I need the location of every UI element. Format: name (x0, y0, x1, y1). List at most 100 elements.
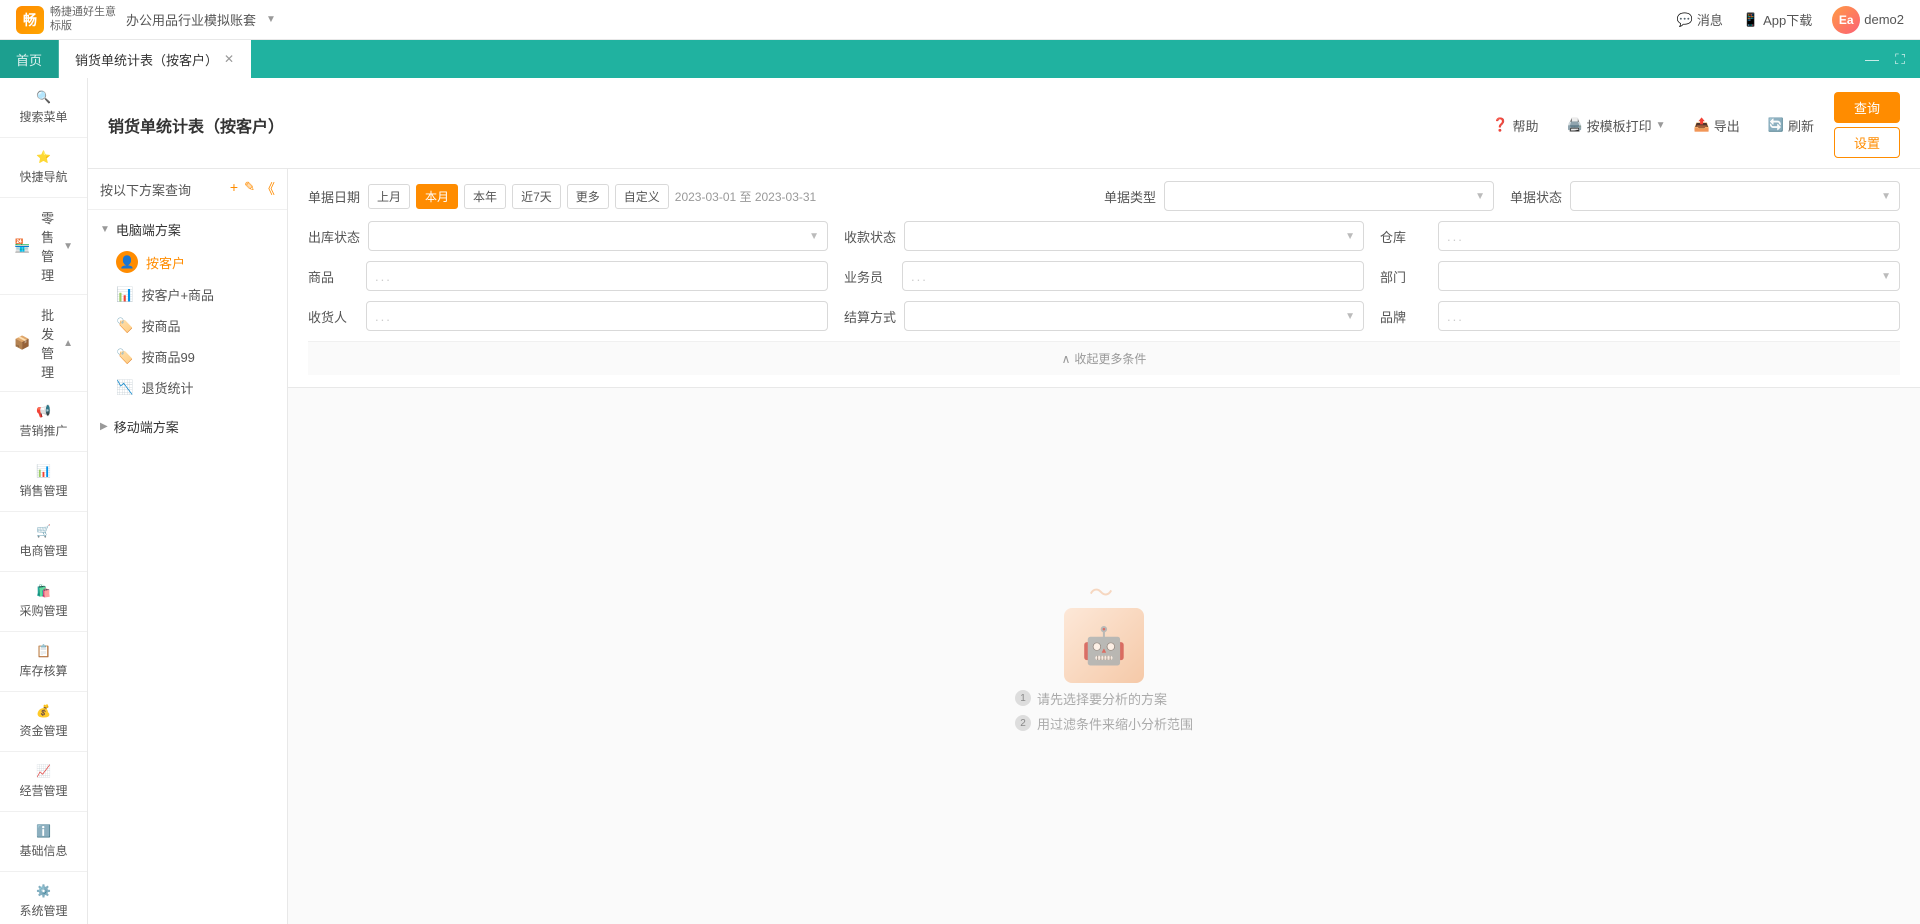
sidebar-item-basic[interactable]: ℹ️ 基础信息 (0, 812, 87, 872)
date-this-year[interactable]: 本年 (464, 184, 506, 209)
system-icon: ⚙️ (36, 884, 51, 898)
wholesale-icon: 📦 (14, 335, 30, 351)
collapse-button[interactable]: ∧ 收起更多条件 (1062, 350, 1147, 367)
sidebar-item-wholesale[interactable]: 📦 批发管理 ▲ (0, 295, 87, 392)
collapse-up-icon: ∧ (1062, 352, 1071, 366)
query-button[interactable]: 查询 (1834, 92, 1900, 123)
print-icon: 🖨️ (1566, 117, 1582, 133)
sidebar-item-purchase[interactable]: 🛍️ 采购管理 (0, 572, 87, 632)
scheme-item-by-goods[interactable]: 🏷️ 按商品 (88, 310, 287, 341)
help-button[interactable]: ❓ 帮助 (1484, 112, 1546, 139)
template-print-button[interactable]: 🖨️ 按模板打印 ▼ (1558, 112, 1673, 139)
scheme-group-mobile-header[interactable]: ▶ 移动端方案 (88, 411, 287, 442)
date-last-7days[interactable]: 近7天 (512, 184, 561, 209)
sidebar-item-search[interactable]: 🔍 搜索菜单 (0, 78, 87, 138)
settings-button[interactable]: 设置 (1834, 127, 1900, 158)
salesperson-input[interactable]: ... (902, 261, 1364, 291)
doc-status-input[interactable]: ▼ (1570, 181, 1900, 211)
page-header: 销货单统计表（按客户） ❓ 帮助 🖨️ 按模板打印 ▼ 📤 导出 🔄 刷新 (88, 78, 1920, 169)
collapse-row[interactable]: ∧ 收起更多条件 (308, 341, 1900, 375)
app-title: 办公用品行业模拟账套 (126, 10, 256, 29)
tab-minimize-button[interactable]: — (1860, 47, 1884, 71)
tab-bar-actions: — ⛶ (1852, 47, 1920, 71)
date-more[interactable]: 更多 (567, 184, 609, 209)
header-right: 💬 消息 📱 App下载 Ea demo2 (1677, 6, 1904, 34)
filter-consignee-item: 收货人 ... (308, 301, 828, 331)
filter-area: 单据日期 上月 本月 本年 近7天 更多 自定义 2023-03-01 至 20… (288, 169, 1920, 388)
scheme-item-by-customer-goods[interactable]: 📊 按客户+商品 (88, 279, 287, 310)
tab-home[interactable]: 首页 (0, 40, 59, 78)
sidebar-item-ecommerce[interactable]: 🛒 电商管理 (0, 512, 87, 572)
print-dropdown-icon: ▼ (1656, 120, 1666, 131)
filter-row-1: 单据日期 上月 本月 本年 近7天 更多 自定义 2023-03-01 至 20… (308, 181, 1900, 211)
brand-input[interactable]: ... (1438, 301, 1900, 331)
sidebar-item-sales[interactable]: 📊 销售管理 (0, 452, 87, 512)
collection-input[interactable]: ▼ (904, 221, 1364, 251)
filter-row-3: 商品 ... 业务员 ... 部门 (308, 261, 1900, 291)
search-icon: 🔍 (36, 90, 51, 104)
customer-icon: 👤 (120, 255, 135, 269)
sidebar-item-quicknav[interactable]: ⭐ 快捷导航 (0, 138, 87, 198)
warehouse-label: 仓库 (1380, 227, 1430, 246)
scheme-panel-header: 按以下方案查询 + ✎ 《 (88, 169, 287, 210)
inventory-icon: 📋 (36, 644, 51, 658)
filter-department-item: 部门 ▼ (1380, 261, 1900, 291)
date-custom[interactable]: 自定义 (615, 184, 669, 209)
sidebar-item-operation[interactable]: 📈 经营管理 (0, 752, 87, 812)
consignee-input[interactable]: ... (366, 301, 828, 331)
empty-box: 🤖 (1064, 608, 1144, 683)
scheme-item-return-stats[interactable]: 📉 退货统计 (88, 372, 287, 403)
sidebar-item-retail[interactable]: 🏪 零售管理 ▼ (0, 198, 87, 295)
page-actions: ❓ 帮助 🖨️ 按模板打印 ▼ 📤 导出 🔄 刷新 查询 (1484, 92, 1900, 158)
tab-close-button[interactable]: ✕ (224, 52, 234, 66)
sidebar-item-finance[interactable]: 💰 资金管理 (0, 692, 87, 752)
sidebar-item-inventory[interactable]: 📋 库存核算 (0, 632, 87, 692)
department-input[interactable]: ▼ (1438, 261, 1900, 291)
scheme-add-button[interactable]: + (230, 179, 238, 199)
scheme-group-desktop-header[interactable]: ▼ 电脑端方案 (88, 214, 287, 245)
refresh-button[interactable]: 🔄 刷新 (1760, 112, 1822, 139)
sidebar-item-marketing[interactable]: 📢 营销推广 (0, 392, 87, 452)
doc-type-input[interactable]: ▼ (1164, 181, 1494, 211)
app-download-button[interactable]: 📱 App下载 (1743, 10, 1812, 29)
message-icon: 💬 (1677, 12, 1693, 28)
warehouse-input[interactable]: ... (1438, 221, 1900, 251)
user-avatar-area[interactable]: Ea demo2 (1832, 6, 1904, 34)
tab-sales-stats[interactable]: 销货单统计表（按客户） ✕ (59, 40, 251, 78)
scheme-collapse-button[interactable]: 《 (261, 179, 275, 199)
page-title: 销货单统计表（按客户） (108, 113, 284, 137)
retail-icon: 🏪 (14, 238, 30, 254)
filter-outbound-item: 出库状态 ▼ (308, 221, 828, 251)
header-dropdown-icon[interactable]: ▼ (266, 14, 276, 25)
tab-maximize-button[interactable]: ⛶ (1888, 47, 1912, 71)
operation-icon: 📈 (36, 764, 51, 778)
date-this-month[interactable]: 本月 (416, 184, 458, 209)
settlement-input[interactable]: ▼ (904, 301, 1364, 331)
export-button[interactable]: 📤 导出 (1686, 112, 1748, 139)
empty-hint-1: 1 请先选择要分析的方案 (1015, 689, 1193, 708)
main-layout: 🔍 搜索菜单 ⭐ 快捷导航 🏪 零售管理 ▼ 📦 批发管理 ▲ 📢 营销推广 (0, 78, 1920, 924)
scheme-item-by-customer[interactable]: 👤 按客户 (88, 245, 287, 279)
customer-goods-icon: 📊 (116, 286, 133, 303)
date-last-month[interactable]: 上月 (368, 184, 410, 209)
robot-face-icon: 🤖 (1082, 625, 1127, 667)
sidebar-item-system[interactable]: ⚙️ 系统管理 (0, 872, 87, 924)
scheme-edit-button[interactable]: ✎ (244, 179, 255, 199)
tab-bar: 首页 销货单统计表（按客户） ✕ — ⛶ (0, 40, 1920, 78)
finance-icon: 💰 (36, 704, 51, 718)
doc-type-label: 单据类型 (1104, 187, 1156, 206)
logo-area: 畅 畅捷通好生意 标版 (16, 6, 116, 34)
header-left: 畅 畅捷通好生意 标版 办公用品行业模拟账套 ▼ (16, 6, 276, 34)
empty-state: 〜 🤖 1 请先选择要分析的方案 (1015, 573, 1193, 739)
refresh-icon: 🔄 (1768, 117, 1784, 133)
empty-smoke: 〜 (1089, 573, 1113, 608)
doc-status-chevron: ▼ (1881, 191, 1891, 202)
filter-settlement-item: 结算方式 ▼ (844, 301, 1364, 331)
department-chevron: ▼ (1881, 271, 1891, 282)
filter-doc-status-item: 单据状态 ▼ (1510, 181, 1900, 211)
message-button[interactable]: 💬 消息 (1677, 10, 1723, 29)
goods-input[interactable]: ... (366, 261, 828, 291)
outbound-input[interactable]: ▼ (368, 221, 828, 251)
scheme-item-by-goods99[interactable]: 🏷️ 按商品99 (88, 341, 287, 372)
goods-label: 商品 (308, 267, 358, 286)
